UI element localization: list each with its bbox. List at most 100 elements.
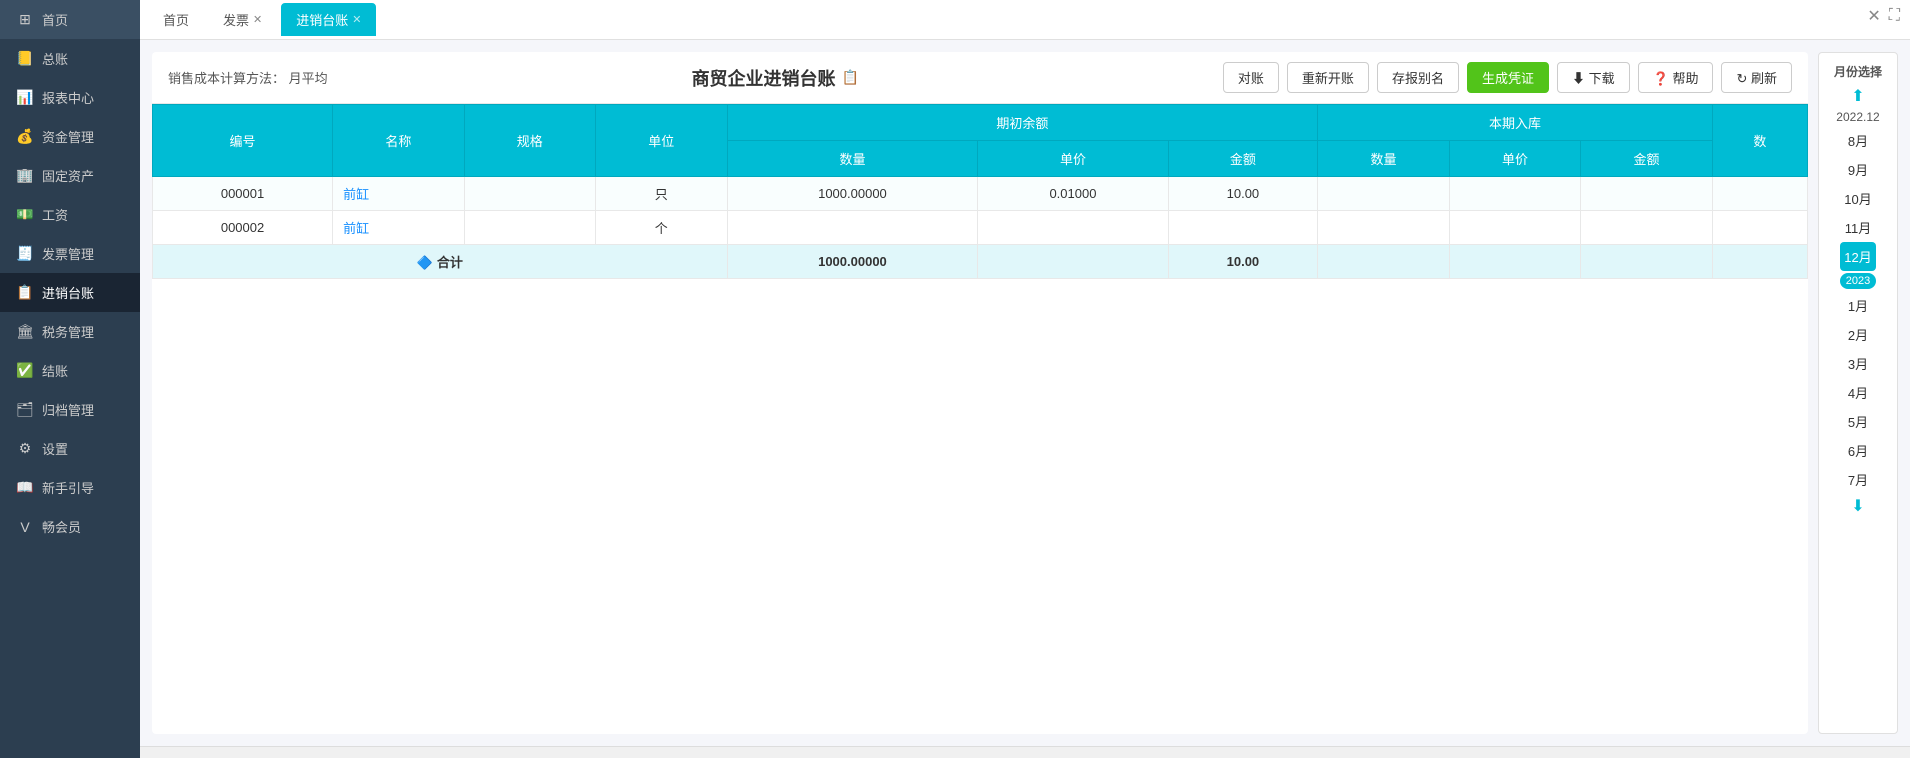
cost-method-label: 销售成本计算方法：	[168, 71, 285, 86]
save-as-button[interactable]: 存报别名	[1377, 62, 1459, 93]
sidebar-item-home[interactable]: ⊞首页	[0, 0, 140, 39]
cell-inbound-price	[1449, 211, 1580, 245]
sidebar-icon-salary: 💵	[16, 206, 34, 223]
tabs-bar: 首页发票 ✕进销台账 ✕	[140, 0, 1910, 40]
total-opening-qty: 1000.00000	[727, 245, 978, 279]
sidebar-icon-purchase-sales: 📋	[16, 284, 34, 301]
sidebar-item-salary[interactable]: 💵工资	[0, 195, 140, 234]
sidebar-label-ledger: 总账	[42, 49, 68, 68]
cell-inbound-qty	[1318, 211, 1449, 245]
sidebar-item-guide[interactable]: 📖 新手引导	[0, 468, 140, 507]
sidebar-label-reports: 报表中心	[42, 88, 94, 107]
col-opening-price: 单价	[978, 141, 1168, 177]
total-extra	[1712, 245, 1807, 279]
sidebar-item-ledger[interactable]: 📒 总账	[0, 39, 140, 78]
sidebar-label-closeout: 结账	[42, 361, 68, 380]
sidebar-item-purchase-sales[interactable]: 📋 进销台账	[0, 273, 140, 312]
reconcile-button[interactable]: 对账	[1223, 62, 1279, 93]
refresh-button[interactable]: ↻ 刷新	[1721, 62, 1792, 93]
sidebar-item-reports[interactable]: 📊报表中心	[0, 78, 140, 117]
sidebar-label-tax: 税务管理	[42, 322, 94, 341]
sidebar-label-purchase-sales: 进销台账	[42, 283, 94, 302]
sidebar-label-funds: 资金管理	[42, 127, 94, 146]
total-opening-amount: 10.00	[1168, 245, 1318, 279]
month-selector[interactable]: 月份选择⬆2022.128月9月10月11月12月20231月2月3月4月5月6…	[1818, 52, 1898, 734]
sidebar-label-invoice-mgmt: 发票管理	[42, 244, 94, 263]
sidebar-icon-guide: 📖	[16, 479, 34, 496]
expand-window-button[interactable]: ⛶	[1889, 6, 1900, 26]
month-scroll-up[interactable]: ⬆	[1851, 84, 1864, 108]
tab-invoice-tab[interactable]: 发票 ✕	[208, 3, 277, 36]
month-item-2022-11月[interactable]: 11月	[1819, 213, 1897, 242]
sidebar-icon-funds: 💰	[16, 128, 34, 145]
month-item-2023-4月[interactable]: 4月	[1819, 378, 1897, 407]
cell-spec	[464, 177, 595, 211]
tab-home-tab[interactable]: 首页	[148, 3, 204, 36]
title-icon[interactable]: 📋	[842, 69, 859, 86]
tab-label-home-tab: 首页	[163, 10, 189, 29]
col-spec: 规格	[464, 105, 595, 177]
sidebar-label-member: 畅会员	[42, 517, 81, 536]
month-item-2022-10月[interactable]: 10月	[1819, 184, 1897, 213]
sidebar-item-archive[interactable]: 🗂归档管理	[0, 390, 140, 429]
month-scroll-down[interactable]: ⬇	[1851, 494, 1864, 518]
close-window-button[interactable]: ✕	[1867, 6, 1880, 26]
col-opening-group: 期初余额	[727, 105, 1318, 141]
generate-button[interactable]: 生成凭证	[1467, 62, 1549, 93]
help-button[interactable]: ❓ 帮助	[1638, 62, 1714, 93]
month-item-2023-3月[interactable]: 3月	[1819, 349, 1897, 378]
cell-extra	[1712, 211, 1807, 245]
sidebar-item-tax[interactable]: 🏛 税务管理	[0, 312, 140, 351]
sidebar-icon-tax: 🏛	[16, 323, 34, 340]
horizontal-scrollbar[interactable]	[140, 746, 1910, 758]
sidebar-item-invoice-mgmt[interactable]: 🧾发票管理	[0, 234, 140, 273]
month-item-2022-9月[interactable]: 9月	[1819, 155, 1897, 184]
cell-opening-price: 0.01000	[978, 177, 1168, 211]
col-unit: 单位	[596, 105, 727, 177]
month-item-2023-7月[interactable]: 7月	[1819, 465, 1897, 494]
tab-purchase-sales-tab[interactable]: 进销台账 ✕	[281, 3, 376, 36]
month-item-2022-12月[interactable]: 12月	[1840, 242, 1876, 271]
sidebar-icon-ledger: 📒	[16, 50, 34, 67]
month-item-2022-8月[interactable]: 8月	[1819, 126, 1897, 155]
sidebar-item-settings[interactable]: ⚙设置	[0, 429, 140, 468]
year-2023-badge: 2023	[1840, 273, 1876, 289]
table-body: 000001 前缸 只 1000.00000 0.01000 10.00 000…	[153, 177, 1808, 279]
cell-inbound-qty	[1318, 177, 1449, 211]
month-item-2023-5月[interactable]: 5月	[1819, 407, 1897, 436]
reopen-button[interactable]: 重新开账	[1287, 62, 1369, 93]
col-opening-qty: 数量	[727, 141, 978, 177]
cell-inbound-amount	[1581, 177, 1712, 211]
month-item-2023-6月[interactable]: 6月	[1819, 436, 1897, 465]
cost-method: 销售成本计算方法： 月平均	[168, 68, 328, 87]
cell-opening-qty: 1000.00000	[727, 177, 978, 211]
tab-close-invoice-tab[interactable]: ✕	[253, 13, 262, 26]
total-inbound-qty	[1318, 245, 1449, 279]
cell-inbound-price	[1449, 177, 1580, 211]
month-item-2023-2月[interactable]: 2月	[1819, 320, 1897, 349]
sidebar-icon-assets: 🏢	[16, 167, 34, 184]
sidebar-item-member[interactable]: V 畅会员	[0, 507, 140, 546]
sidebar-icon-archive: 🗂	[16, 401, 34, 418]
col-inbound-amount: 金额	[1581, 141, 1712, 177]
tab-close-purchase-sales-tab[interactable]: ✕	[352, 13, 361, 26]
cell-spec	[464, 211, 595, 245]
sidebar-item-funds[interactable]: 💰 资金管理	[0, 117, 140, 156]
download-button[interactable]: ⬇ 下载	[1557, 62, 1630, 93]
table-wrapper: 编号 名称 规格 单位 期初余额 本期入库 数 数量 单价 金额 数	[152, 104, 1808, 734]
cell-opening-amount: 10.00	[1168, 177, 1318, 211]
month-item-2023-1月[interactable]: 1月	[1819, 291, 1897, 320]
tab-label-purchase-sales-tab: 进销台账	[296, 10, 348, 29]
sidebar-item-closeout[interactable]: ✅结账	[0, 351, 140, 390]
col-extra: 数	[1712, 105, 1807, 177]
sidebar-item-assets[interactable]: 🏢固定资产	[0, 156, 140, 195]
help-icon: ❓	[1653, 71, 1669, 86]
title-text: 商贸企业进销台账	[692, 65, 836, 91]
table-row: 000002 前缸 个	[153, 211, 1808, 245]
cell-opening-price	[978, 211, 1168, 245]
table-total-row: 🔷合计 1000.00000 10.00	[153, 245, 1808, 279]
sidebar-label-guide: 新手引导	[42, 478, 94, 497]
sidebar-icon-member: V	[16, 519, 34, 535]
sidebar-icon-settings: ⚙	[16, 440, 34, 457]
refresh-icon: ↻	[1736, 71, 1747, 86]
